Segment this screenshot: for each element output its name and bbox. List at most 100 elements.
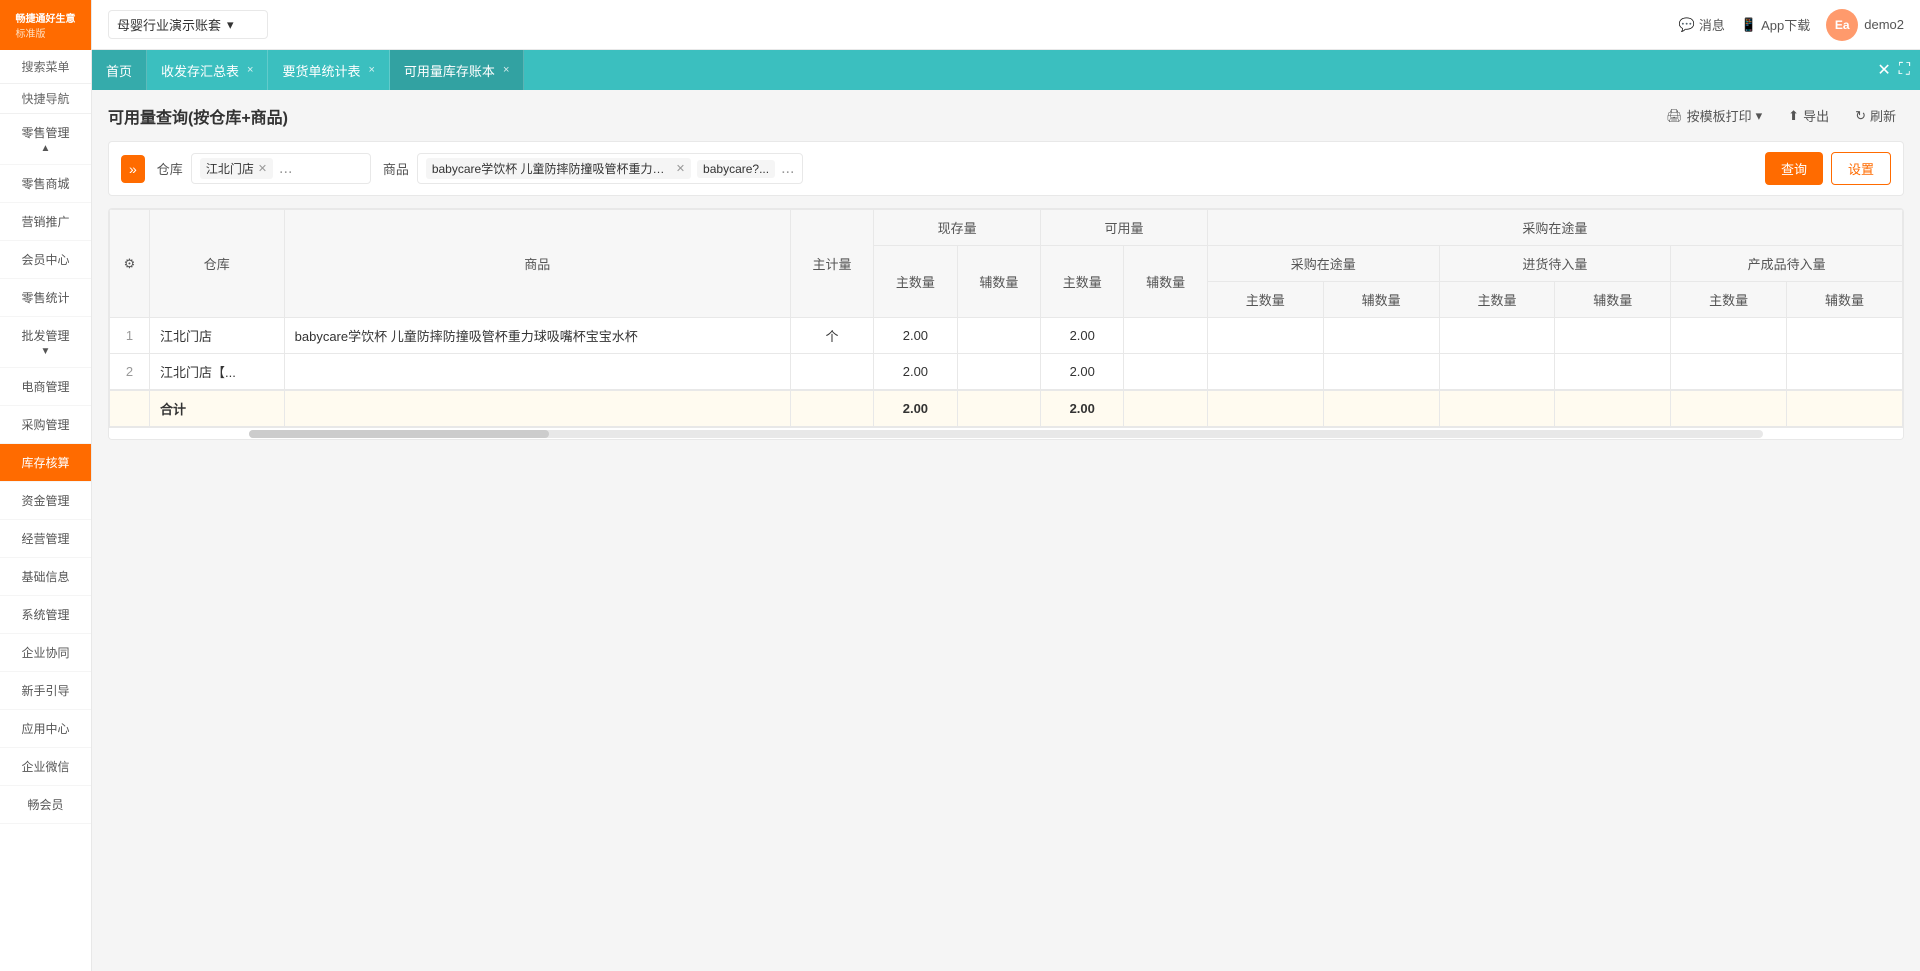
table-row: 2江北门店【...2.002.00 bbox=[110, 354, 1903, 391]
industry-selector[interactable]: 母婴行业演示账套 ▾ bbox=[108, 10, 268, 39]
row-current-main: 2.00 bbox=[874, 318, 957, 354]
sidebar-item-newbie[interactable]: 新手引导 bbox=[0, 672, 91, 710]
tab-available_stock[interactable]: 可用量库存账本× bbox=[390, 50, 524, 90]
col-warehouse-header: 仓库 bbox=[150, 210, 285, 318]
sidebar-item-label: 零售商城 bbox=[21, 175, 69, 192]
sidebar-item-label: 采购管理 bbox=[21, 416, 69, 433]
col-settings[interactable]: ⚙ bbox=[110, 210, 150, 318]
sidebar-item-wholesale[interactable]: 批发管理▼ bbox=[0, 317, 91, 368]
settings-button[interactable]: 设置 bbox=[1831, 152, 1891, 185]
message-button[interactable]: 💬 消息 bbox=[1679, 15, 1725, 34]
main-table: ⚙ 仓库 商品 主计量 现存量 可用量 采购在途量 主数量 辅数量 主数量 辅数… bbox=[109, 209, 1903, 427]
sidebar: 畅捷通好生意 标准版 搜索菜单 快捷导航 零售管理▲零售商城营销推广会员中心零售… bbox=[0, 0, 92, 971]
scrollbar-thumb[interactable] bbox=[249, 430, 549, 438]
filter-expand-button[interactable]: » bbox=[121, 155, 145, 183]
row-current-aux bbox=[957, 354, 1040, 391]
row-current-aux bbox=[957, 318, 1040, 354]
tab-label: 首页 bbox=[106, 61, 132, 80]
sidebar-item-marketing[interactable]: 营销推广 bbox=[0, 203, 91, 241]
row-incoming-aux bbox=[1555, 318, 1671, 354]
sidebar-item-label: 批发管理 bbox=[21, 327, 69, 344]
sidebar-item-inventory[interactable]: 库存核算 bbox=[0, 444, 91, 482]
row-warehouse: 江北门店【... bbox=[150, 354, 285, 391]
filter-area: » 仓库 江北门店 ✕ ... 商品 babycare学饮杯 儿童防摔防撞吸管杯… bbox=[108, 141, 1904, 196]
product-more-icon[interactable]: ... bbox=[781, 160, 794, 178]
header-left: 母婴行业演示账套 ▾ bbox=[108, 10, 268, 39]
tab-home[interactable]: 首页 bbox=[92, 50, 147, 90]
warehouse-tags[interactable]: 江北门店 ✕ ... bbox=[191, 153, 371, 184]
sidebar-item-retail-mall[interactable]: 零售商城 bbox=[0, 165, 91, 203]
sidebar-item-retail[interactable]: 零售管理 ▲ bbox=[0, 114, 91, 165]
sidebar-item-label: 企业微信 bbox=[21, 758, 69, 775]
product-tag1-close[interactable]: ✕ bbox=[676, 162, 685, 175]
sidebar-item-operations[interactable]: 经营管理 bbox=[0, 520, 91, 558]
col-pur-aux: 辅数量 bbox=[1323, 282, 1439, 318]
warehouse-label: 仓库 bbox=[157, 159, 183, 178]
product-tag-1: babycare学饮杯 儿童防摔防撞吸管杯重力球吸嘴杯宝宝水杯 ✕ bbox=[426, 158, 691, 179]
refresh-button[interactable]: ↻ 刷新 bbox=[1847, 102, 1904, 129]
sidebar-item-label: 电商管理 bbox=[21, 378, 69, 395]
row-available-main: 2.00 bbox=[1041, 318, 1124, 354]
tab-income[interactable]: 收发存汇总表× bbox=[147, 50, 268, 90]
tab-expand-icon[interactable]: ⛶ bbox=[1899, 61, 1910, 79]
avatar: Ea bbox=[1826, 9, 1858, 41]
industry-label: 母婴行业演示账套 bbox=[117, 15, 221, 34]
download-icon: 📱 bbox=[1741, 17, 1757, 33]
row-production-aux bbox=[1787, 354, 1903, 391]
tab-bar: 首页收发存汇总表×要货单统计表×可用量库存账本× ✕ ⛶ bbox=[92, 50, 1920, 90]
sidebar-search[interactable]: 搜索菜单 bbox=[0, 50, 91, 84]
page-title: 可用量查询(按仓库+商品) bbox=[108, 104, 288, 128]
sidebar-quick-nav[interactable]: 快捷导航 bbox=[0, 84, 91, 114]
sidebar-item-appstore[interactable]: 应用中心 bbox=[0, 710, 91, 748]
sidebar-item-label: 零售管理 bbox=[21, 124, 69, 141]
user-menu[interactable]: Ea demo2 bbox=[1826, 9, 1904, 41]
product-filter: 商品 babycare学饮杯 儿童防摔防撞吸管杯重力球吸嘴杯宝宝水杯 ✕ bab… bbox=[383, 153, 804, 184]
export-button[interactable]: ⬆ 导出 bbox=[1780, 102, 1837, 129]
warehouse-more-icon[interactable]: ... bbox=[279, 160, 292, 178]
sidebar-item-label: 经营管理 bbox=[21, 530, 69, 547]
warehouse-tag-close[interactable]: ✕ bbox=[258, 162, 267, 175]
sidebar-item-label: 新手引导 bbox=[21, 682, 69, 699]
sidebar-item-ecommerce[interactable]: 电商管理 bbox=[0, 368, 91, 406]
row-available-aux bbox=[1124, 354, 1207, 391]
table-scrollbar[interactable] bbox=[109, 427, 1903, 439]
print-template-button[interactable]: 🖨 按模板打印 ▾ bbox=[1658, 102, 1770, 129]
sidebar-item-label: 资金管理 bbox=[21, 492, 69, 509]
sidebar-arrow-icon: ▲ bbox=[41, 143, 51, 154]
row-purchase-aux bbox=[1323, 318, 1439, 354]
col-product-header: 商品 bbox=[284, 210, 790, 318]
username-label: demo2 bbox=[1864, 17, 1904, 32]
sidebar-item-retail-stats[interactable]: 零售统计 bbox=[0, 279, 91, 317]
row-incoming-main bbox=[1439, 354, 1555, 391]
product-tags[interactable]: babycare学饮杯 儿童防摔防撞吸管杯重力球吸嘴杯宝宝水杯 ✕ babyca… bbox=[417, 153, 804, 184]
sidebar-item-label: 企业协同 bbox=[21, 644, 69, 661]
warehouse-tag: 江北门店 ✕ bbox=[200, 158, 273, 179]
export-icon: ⬆ bbox=[1788, 108, 1799, 124]
sidebar-item-members[interactable]: 会员中心 bbox=[0, 241, 91, 279]
print-icon: 🖨 bbox=[1666, 108, 1683, 124]
row-available-main: 2.00 bbox=[1041, 354, 1124, 391]
tab-close-icon[interactable]: × bbox=[503, 64, 509, 76]
sidebar-item-purchase[interactable]: 采购管理 bbox=[0, 406, 91, 444]
query-button[interactable]: 查询 bbox=[1765, 152, 1823, 185]
sidebar-item-members2[interactable]: 畅会员 bbox=[0, 786, 91, 824]
col-prod-aux: 辅数量 bbox=[1787, 282, 1903, 318]
col-inc-aux: 辅数量 bbox=[1555, 282, 1671, 318]
sidebar-item-basic[interactable]: 基础信息 bbox=[0, 558, 91, 596]
sidebar-item-enterprise[interactable]: 企业协同 bbox=[0, 634, 91, 672]
table-container: ⚙ 仓库 商品 主计量 现存量 可用量 采购在途量 主数量 辅数量 主数量 辅数… bbox=[108, 208, 1904, 440]
row-unit bbox=[790, 354, 873, 391]
tab-close-icon[interactable]: × bbox=[247, 64, 253, 76]
row-purchase-main bbox=[1207, 354, 1323, 391]
logo-line2: 标准版 bbox=[16, 25, 76, 40]
sidebar-item-label: 会员中心 bbox=[21, 251, 69, 268]
col-prod-main: 主数量 bbox=[1671, 282, 1787, 318]
tab-close-all-icon[interactable]: ✕ bbox=[1877, 60, 1890, 80]
tab-close-icon[interactable]: × bbox=[368, 64, 374, 76]
tab-order_stats[interactable]: 要货单统计表× bbox=[268, 50, 389, 90]
sidebar-item-label: 库存核算 bbox=[21, 454, 69, 471]
sidebar-item-enterprise-wechat[interactable]: 企业微信 bbox=[0, 748, 91, 786]
app-download-button[interactable]: 📱 App下载 bbox=[1741, 15, 1810, 34]
sidebar-item-system[interactable]: 系统管理 bbox=[0, 596, 91, 634]
sidebar-item-finance[interactable]: 资金管理 bbox=[0, 482, 91, 520]
